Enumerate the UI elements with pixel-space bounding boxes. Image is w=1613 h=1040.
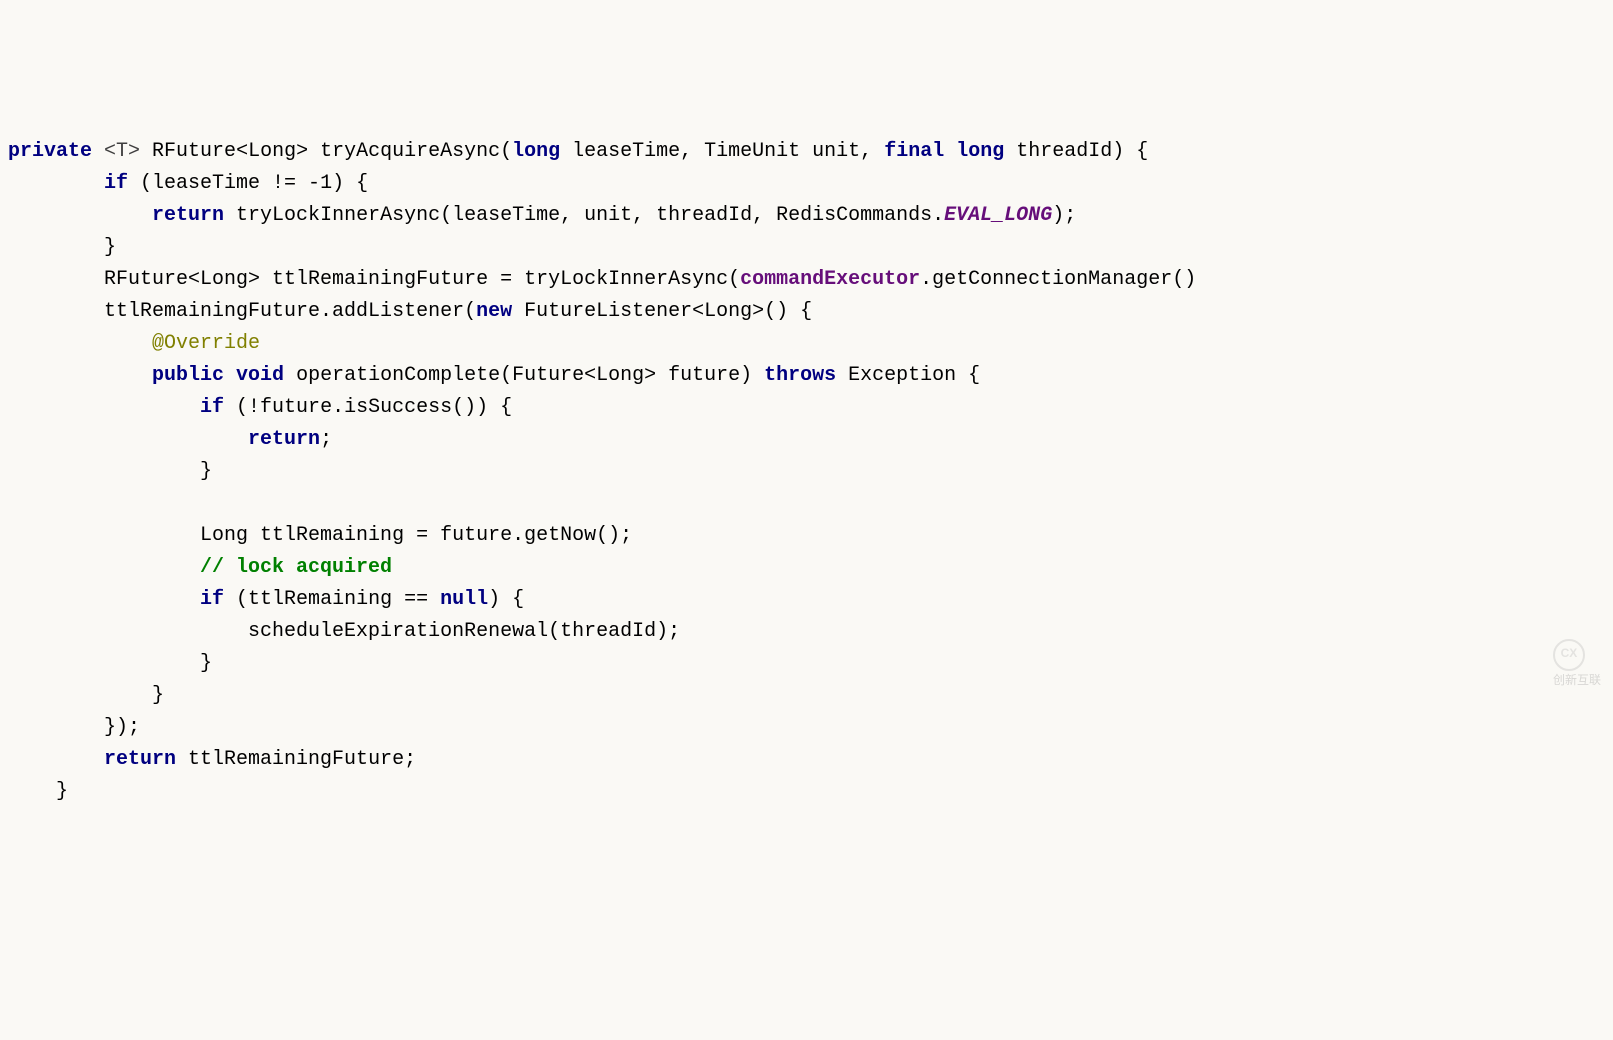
text: Long ttlRemaining = future.getNow();: [8, 524, 632, 547]
keyword-return: return: [8, 204, 224, 227]
instance-commandexecutor: commandExecutor: [740, 268, 920, 291]
text: threadId) {: [1004, 140, 1148, 163]
keyword-public: public: [8, 364, 224, 387]
text: .getConnectionManager(): [920, 268, 1196, 291]
text: }: [8, 780, 68, 803]
watermark-logo-icon: CX: [1553, 639, 1585, 671]
comment-lock-acquired: // lock acquired: [8, 556, 392, 579]
keyword-throws: throws: [764, 364, 836, 387]
keyword-if: if: [8, 588, 224, 611]
keyword-if: if: [8, 172, 128, 195]
keyword-private: private: [8, 140, 92, 163]
keyword-void: void: [224, 364, 284, 387]
watermark-text: 创新互联: [1553, 673, 1601, 687]
text: }: [8, 236, 116, 259]
text: ttlRemainingFuture.addListener(: [8, 300, 476, 323]
code-block: private <T> RFuture<Long> tryAcquireAsyn…: [8, 136, 1605, 808]
keyword-new: new: [476, 300, 512, 323]
text: [92, 140, 104, 163]
text: }: [8, 460, 212, 483]
text: Exception {: [836, 364, 980, 387]
text: ;: [320, 428, 332, 451]
watermark: CX 创新互联: [1546, 620, 1601, 690]
text: });: [8, 716, 140, 739]
text: }: [8, 652, 212, 675]
text: operationComplete(Future<Long> future): [284, 364, 764, 387]
text: (ttlRemaining ==: [224, 588, 440, 611]
keyword-null: null: [440, 588, 488, 611]
text: ttlRemainingFuture;: [176, 748, 416, 771]
text: tryLockInnerAsync(leaseTime, unit, threa…: [224, 204, 944, 227]
text: RFuture<Long> tryAcquireAsync(: [140, 140, 512, 163]
keyword-final: final: [884, 140, 944, 163]
text: FutureListener<Long>() {: [512, 300, 812, 323]
text: );: [1052, 204, 1076, 227]
generic-t: <T>: [104, 140, 140, 163]
constant-eval-long: EVAL_LONG: [944, 204, 1052, 227]
text: RFuture<Long> ttlRemainingFuture = tryLo…: [8, 268, 740, 291]
keyword-if: if: [8, 396, 224, 419]
keyword-long: long: [944, 140, 1004, 163]
text: scheduleExpirationRenewal(threadId);: [8, 620, 680, 643]
keyword-return: return: [8, 748, 176, 771]
text: (leaseTime != -1) {: [128, 172, 368, 195]
annotation-override: @Override: [8, 332, 260, 355]
text: leaseTime, TimeUnit unit,: [560, 140, 884, 163]
text: (!future.isSuccess()) {: [224, 396, 512, 419]
keyword-long: long: [512, 140, 560, 163]
keyword-return: return: [8, 428, 320, 451]
text: ) {: [488, 588, 524, 611]
text: }: [8, 684, 164, 707]
